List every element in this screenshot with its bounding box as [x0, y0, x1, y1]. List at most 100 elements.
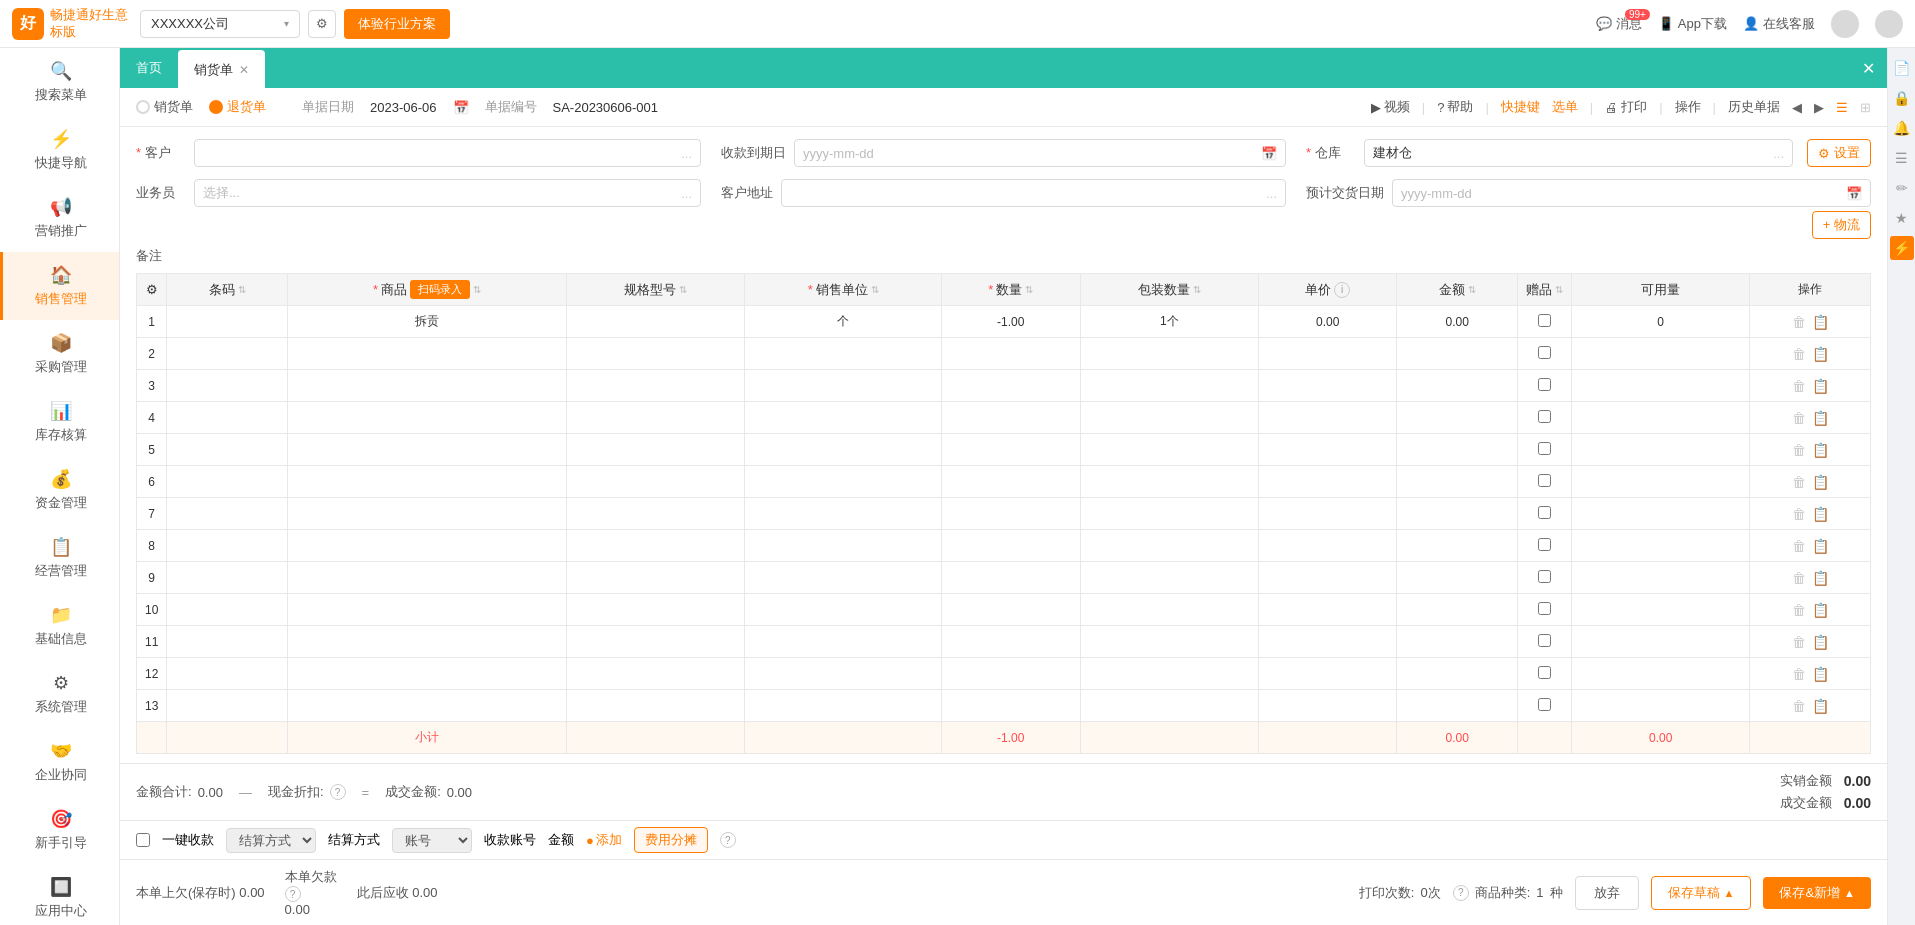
- copy-row-5-icon[interactable]: 📋: [1812, 442, 1829, 458]
- product-sort-icon[interactable]: ⇅: [473, 284, 481, 295]
- sidebar-item-basics[interactable]: 📁 基础信息: [0, 592, 119, 660]
- row-1-amount[interactable]: 0.00: [1397, 306, 1518, 338]
- operate-link[interactable]: 操作: [1675, 98, 1701, 116]
- tab-bar-close-button[interactable]: ✕: [1850, 59, 1887, 78]
- copy-row-4-icon[interactable]: 📋: [1812, 410, 1829, 426]
- copy-row-9-icon[interactable]: 📋: [1812, 570, 1829, 586]
- sidebar-item-inventory[interactable]: 📊 库存核算: [0, 388, 119, 456]
- sidebar-item-quick-nav[interactable]: ⚡ 快捷导航: [0, 116, 119, 184]
- barcode-sort-icon[interactable]: ⇅: [238, 284, 246, 295]
- print-link[interactable]: 🖨 打印: [1605, 98, 1647, 116]
- radio-sales-order[interactable]: 销货单: [136, 98, 193, 116]
- overdue-info-icon[interactable]: ?: [285, 886, 301, 902]
- history-link[interactable]: 历史单据: [1728, 98, 1780, 116]
- avatar-2[interactable]: [1875, 10, 1903, 38]
- payment-info-icon[interactable]: ?: [720, 832, 736, 848]
- warehouse-input[interactable]: 建材仓 ...: [1364, 139, 1793, 167]
- right-tool-note-icon[interactable]: 📄: [1890, 56, 1914, 80]
- unit-sort-icon[interactable]: ⇅: [871, 284, 879, 295]
- th-settings[interactable]: ⚙: [137, 274, 167, 306]
- delete-row-2-icon[interactable]: 🗑: [1792, 346, 1806, 362]
- copy-row-3-icon[interactable]: 📋: [1812, 378, 1829, 394]
- tab-close-icon[interactable]: ✕: [239, 63, 249, 77]
- right-tool-lock-icon[interactable]: 🔒: [1890, 86, 1914, 110]
- sidebar-item-purchase[interactable]: 📦 采购管理: [0, 320, 119, 388]
- shortcut-link[interactable]: 快捷键: [1501, 98, 1540, 116]
- calendar-icon[interactable]: 📅: [453, 100, 469, 115]
- gift-sort-icon[interactable]: ⇅: [1555, 284, 1563, 295]
- delete-row-13-icon[interactable]: 🗑: [1792, 698, 1806, 714]
- message-button[interactable]: 💬 消息 99+: [1596, 15, 1642, 33]
- delete-row-11-icon[interactable]: 🗑: [1792, 634, 1806, 650]
- copy-row-1-icon[interactable]: 📋: [1812, 314, 1829, 330]
- row-1-barcode[interactable]: [167, 306, 288, 338]
- price-info-icon[interactable]: i: [1334, 282, 1350, 298]
- delete-row-7-icon[interactable]: 🗑: [1792, 506, 1806, 522]
- sidebar-item-sales[interactable]: 🏠 销售管理: [0, 252, 119, 320]
- sidebar-item-marketing[interactable]: 📢 营销推广: [0, 184, 119, 252]
- amount-sort-icon[interactable]: ⇅: [1468, 284, 1476, 295]
- right-tool-list-icon[interactable]: ☰: [1890, 146, 1914, 170]
- row-1-gift-checkbox[interactable]: [1538, 314, 1551, 327]
- delete-row-1-icon[interactable]: 🗑: [1792, 314, 1806, 330]
- next-icon[interactable]: ▶: [1814, 100, 1824, 115]
- tab-sales-order[interactable]: 销货单 ✕: [178, 50, 265, 90]
- right-tool-star-icon[interactable]: ★: [1890, 206, 1914, 230]
- save-new-button[interactable]: 保存&新增 ▲: [1763, 877, 1871, 909]
- settings-icon-top[interactable]: ⚙: [308, 10, 336, 38]
- online-service-button[interactable]: 👤 在线客服: [1743, 15, 1815, 33]
- copy-row-7-icon[interactable]: 📋: [1812, 506, 1829, 522]
- avatar[interactable]: [1831, 10, 1859, 38]
- delete-row-10-icon[interactable]: 🗑: [1792, 602, 1806, 618]
- qty-sort-icon[interactable]: ⇅: [1025, 284, 1033, 295]
- delete-row-5-icon[interactable]: 🗑: [1792, 442, 1806, 458]
- due-date-input[interactable]: yyyy-mm-dd 📅: [794, 139, 1286, 167]
- delivery-date-input[interactable]: yyyy-mm-dd 📅: [1392, 179, 1871, 207]
- scan-button[interactable]: 扫码录入: [410, 280, 470, 299]
- pkg-sort-icon[interactable]: ⇅: [1193, 284, 1201, 295]
- add-payment-button[interactable]: ● 添加: [586, 831, 622, 849]
- prev-icon[interactable]: ◀: [1792, 100, 1802, 115]
- copy-row-13-icon[interactable]: 📋: [1812, 698, 1829, 714]
- customer-address-input[interactable]: ...: [781, 179, 1286, 207]
- copy-row-10-icon[interactable]: 📋: [1812, 602, 1829, 618]
- row-1-product[interactable]: 拆贡: [287, 306, 566, 338]
- copy-row-2-icon[interactable]: 📋: [1812, 346, 1829, 362]
- delete-row-9-icon[interactable]: 🗑: [1792, 570, 1806, 586]
- expense-split-button[interactable]: 费用分摊: [634, 827, 708, 853]
- product-types-info-icon[interactable]: ?: [1453, 885, 1469, 901]
- row-1-spec[interactable]: [566, 306, 745, 338]
- account-select[interactable]: 账号: [392, 828, 472, 853]
- right-tool-edit-icon[interactable]: ✏: [1890, 176, 1914, 200]
- sidebar-item-finance[interactable]: 💰 资金管理: [0, 456, 119, 524]
- sidebar-item-operations[interactable]: 📋 经营管理: [0, 524, 119, 592]
- due-date-calendar-icon[interactable]: 📅: [1261, 146, 1277, 161]
- copy-row-8-icon[interactable]: 📋: [1812, 538, 1829, 554]
- settings-button[interactable]: ⚙ 设置: [1807, 139, 1871, 167]
- app-download-button[interactable]: 📱 App下载: [1658, 15, 1727, 33]
- delete-row-6-icon[interactable]: 🗑: [1792, 474, 1806, 490]
- abandon-button[interactable]: 放弃: [1575, 876, 1639, 910]
- one-click-payment-checkbox[interactable]: [136, 833, 150, 847]
- radio-return-order[interactable]: 退货单: [209, 98, 266, 116]
- delete-row-12-icon[interactable]: 🗑: [1792, 666, 1806, 682]
- customer-input[interactable]: ...: [194, 139, 701, 167]
- company-selector[interactable]: XXXXXX公司 ▾: [140, 10, 300, 38]
- logistics-button[interactable]: + 物流: [1812, 211, 1871, 239]
- right-tool-bell-icon[interactable]: 🔔: [1890, 116, 1914, 140]
- row-1-quantity[interactable]: -1.00: [942, 306, 1081, 338]
- row-1-pkg-qty[interactable]: 1个: [1080, 306, 1259, 338]
- tab-home[interactable]: 首页: [120, 48, 178, 88]
- delete-row-8-icon[interactable]: 🗑: [1792, 538, 1806, 554]
- delete-row-4-icon[interactable]: 🗑: [1792, 410, 1806, 426]
- save-draft-button[interactable]: 保存草稿 ▲: [1651, 876, 1752, 910]
- spec-sort-icon[interactable]: ⇅: [679, 284, 687, 295]
- delete-row-3-icon[interactable]: 🗑: [1792, 378, 1806, 394]
- row-1-gift[interactable]: [1517, 306, 1571, 338]
- grid-view-icon[interactable]: ⊞: [1860, 100, 1871, 115]
- row-2-product[interactable]: [287, 338, 566, 370]
- row-2-barcode[interactable]: [167, 338, 288, 370]
- sidebar-item-enterprise[interactable]: 🤝 企业协同: [0, 728, 119, 796]
- help-link[interactable]: ? 帮助: [1437, 98, 1473, 116]
- copy-row-12-icon[interactable]: 📋: [1812, 666, 1829, 682]
